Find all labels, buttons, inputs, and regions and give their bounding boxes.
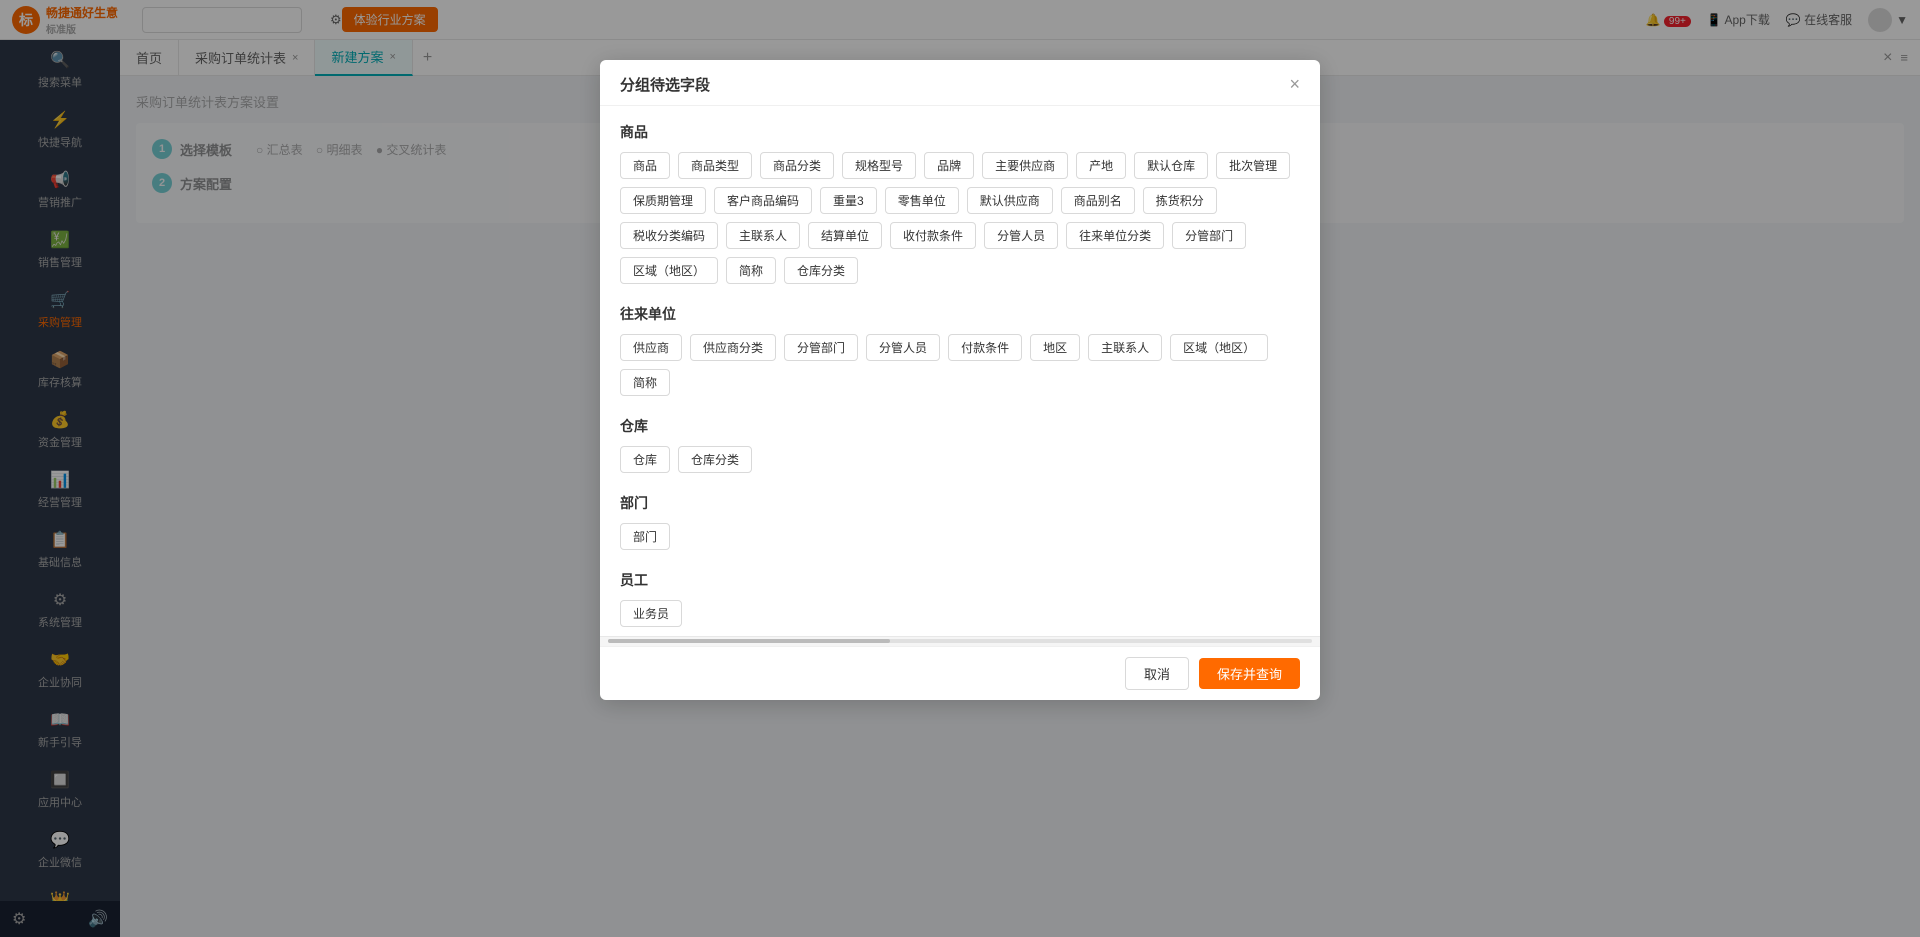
modal-title: 分组待选字段 [620, 74, 710, 95]
field-tag[interactable]: 分管人员 [984, 222, 1058, 249]
field-tag[interactable]: 规格型号 [842, 152, 916, 179]
field-tag[interactable]: 区域（地区） [620, 257, 718, 284]
section-employee: 员工业务员 [620, 570, 1300, 627]
modal-hscroll[interactable] [600, 636, 1320, 646]
field-tag[interactable]: 付款条件 [948, 334, 1022, 361]
field-tag[interactable]: 商品分类 [760, 152, 834, 179]
field-tag[interactable]: 客户商品编码 [714, 187, 812, 214]
section-title-department: 部门 [620, 493, 1300, 513]
confirm-button[interactable]: 保存并查询 [1199, 658, 1300, 689]
field-tag[interactable]: 往来单位分类 [1066, 222, 1164, 249]
field-tag[interactable]: 区域（地区） [1170, 334, 1268, 361]
field-tag[interactable]: 拣货积分 [1143, 187, 1217, 214]
section-title-product: 商品 [620, 122, 1300, 142]
field-tag[interactable]: 保质期管理 [620, 187, 706, 214]
section-department: 部门部门 [620, 493, 1300, 550]
field-tag[interactable]: 收付款条件 [890, 222, 976, 249]
field-tag[interactable]: 供应商分类 [690, 334, 776, 361]
field-tag[interactable]: 商品别名 [1061, 187, 1135, 214]
field-tag[interactable]: 默认仓库 [1134, 152, 1208, 179]
field-tag[interactable]: 结算单位 [808, 222, 882, 249]
field-tag[interactable]: 仓库分类 [784, 257, 858, 284]
modal-body: 商品商品商品类型商品分类规格型号品牌主要供应商产地默认仓库批次管理保质期管理客户… [600, 106, 1320, 636]
field-tag[interactable]: 批次管理 [1216, 152, 1290, 179]
field-tag[interactable]: 业务员 [620, 600, 682, 627]
field-tag[interactable]: 地区 [1030, 334, 1080, 361]
field-tag[interactable]: 供应商 [620, 334, 682, 361]
field-tag[interactable]: 分管部门 [784, 334, 858, 361]
field-tag[interactable]: 仓库分类 [678, 446, 752, 473]
field-grid-department: 部门 [620, 523, 1300, 550]
field-tag[interactable]: 重量3 [820, 187, 877, 214]
field-tag[interactable]: 产地 [1076, 152, 1126, 179]
section-title-employee: 员工 [620, 570, 1300, 590]
modal-footer: 取消 保存并查询 [600, 646, 1320, 700]
field-tag[interactable]: 品牌 [924, 152, 974, 179]
field-tag[interactable]: 简称 [726, 257, 776, 284]
field-tag[interactable]: 分管部门 [1172, 222, 1246, 249]
section-title-counterpart: 往来单位 [620, 304, 1300, 324]
field-tag[interactable]: 主联系人 [726, 222, 800, 249]
modal-close-btn[interactable]: × [1289, 74, 1300, 95]
field-grid-product: 商品商品类型商品分类规格型号品牌主要供应商产地默认仓库批次管理保质期管理客户商品… [620, 152, 1300, 284]
section-counterpart: 往来单位供应商供应商分类分管部门分管人员付款条件地区主联系人区域（地区） 简称 [620, 304, 1300, 396]
field-tag[interactable]: 商品 [620, 152, 670, 179]
field-tag[interactable]: 主联系人 [1088, 334, 1162, 361]
field-tag[interactable]: 默认供应商 [967, 187, 1053, 214]
modal-overlay: 分组待选字段 × 商品商品商品类型商品分类规格型号品牌主要供应商产地默认仓库批次… [0, 0, 1920, 937]
modal-header: 分组待选字段 × [600, 60, 1320, 106]
field-select-modal: 分组待选字段 × 商品商品商品类型商品分类规格型号品牌主要供应商产地默认仓库批次… [600, 60, 1320, 700]
section-title-warehouse: 仓库 [620, 416, 1300, 436]
field-tag[interactable]: 税收分类编码 [620, 222, 718, 249]
cancel-button[interactable]: 取消 [1125, 657, 1189, 690]
field-tag[interactable]: 分管人员 [866, 334, 940, 361]
field-grid-warehouse: 仓库仓库分类 [620, 446, 1300, 473]
field-grid-employee: 业务员 [620, 600, 1300, 627]
field-tag[interactable]: 零售单位 [885, 187, 959, 214]
field-grid-counterpart: 供应商供应商分类分管部门分管人员付款条件地区主联系人区域（地区） 简称 [620, 334, 1300, 396]
field-tag[interactable]: 部门 [620, 523, 670, 550]
field-tag[interactable]: 商品类型 [678, 152, 752, 179]
section-product: 商品商品商品类型商品分类规格型号品牌主要供应商产地默认仓库批次管理保质期管理客户… [620, 122, 1300, 284]
field-tag[interactable]: 仓库 [620, 446, 670, 473]
section-warehouse: 仓库仓库仓库分类 [620, 416, 1300, 473]
field-tag[interactable]: 主要供应商 [982, 152, 1068, 179]
field-tag[interactable]: 简称 [620, 369, 670, 396]
